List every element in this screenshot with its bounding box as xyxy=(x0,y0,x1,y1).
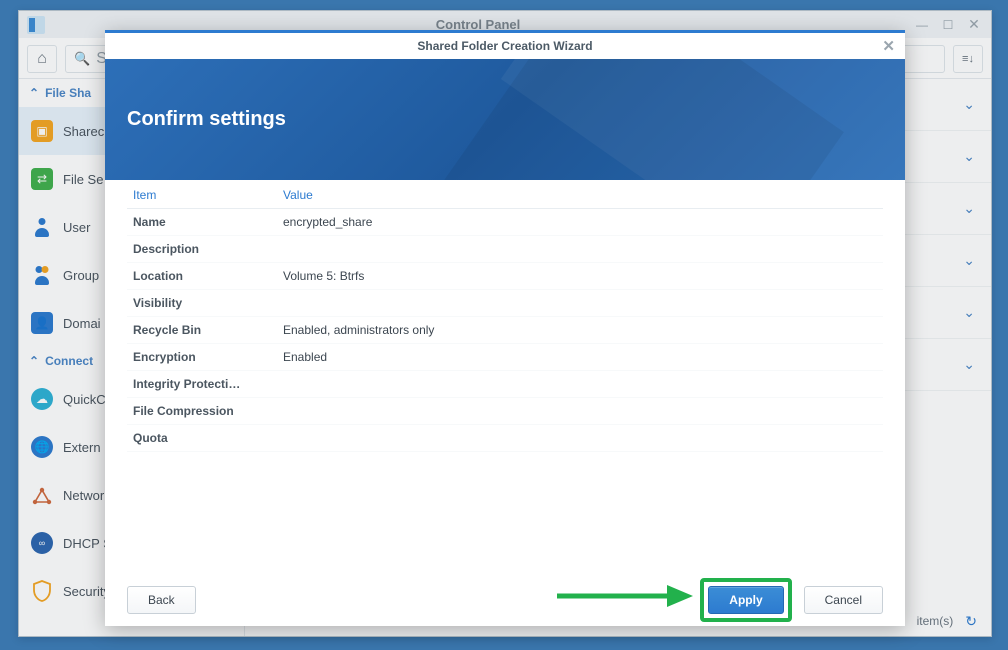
row-label: Quota xyxy=(127,425,277,452)
row-value xyxy=(277,290,883,317)
header-value: Value xyxy=(277,180,883,209)
header-item: Item xyxy=(127,180,277,209)
row-label: Description xyxy=(127,236,277,263)
row-label: Recycle Bin xyxy=(127,317,277,344)
row-label: Encryption xyxy=(127,344,277,371)
wizard-body: Item Value Nameencrypted_share Descripti… xyxy=(105,180,905,452)
row-label: Name xyxy=(127,209,277,236)
row-value: Enabled, administrators only xyxy=(277,317,883,344)
row-value xyxy=(277,371,883,398)
apply-button[interactable]: Apply xyxy=(708,586,783,614)
wizard-dialog: Shared Folder Creation Wizard ✕ Confirm … xyxy=(105,30,905,626)
row-label: Visibility xyxy=(127,290,277,317)
settings-table: Item Value Nameencrypted_share Descripti… xyxy=(127,180,883,452)
row-value: Enabled xyxy=(277,344,883,371)
row-value: Volume 5: Btrfs xyxy=(277,263,883,290)
wizard-heading: Confirm settings xyxy=(127,108,286,131)
row-label: Location xyxy=(127,263,277,290)
wizard-title: Shared Folder Creation Wizard xyxy=(417,39,592,53)
wizard-close-button[interactable]: ✕ xyxy=(882,37,895,55)
row-value xyxy=(277,398,883,425)
row-value: encrypted_share xyxy=(277,209,883,236)
back-button[interactable]: Back xyxy=(127,586,196,614)
wizard-footer: Back Apply Cancel xyxy=(105,574,905,626)
row-label: Integrity Protecti… xyxy=(127,371,277,398)
apply-highlight: Apply xyxy=(700,578,791,622)
row-value xyxy=(277,236,883,263)
wizard-title-bar: Shared Folder Creation Wizard ✕ xyxy=(105,33,905,59)
cancel-button[interactable]: Cancel xyxy=(804,586,883,614)
wizard-hero: Confirm settings xyxy=(105,59,905,180)
row-value xyxy=(277,425,883,452)
row-label: File Compression xyxy=(127,398,277,425)
